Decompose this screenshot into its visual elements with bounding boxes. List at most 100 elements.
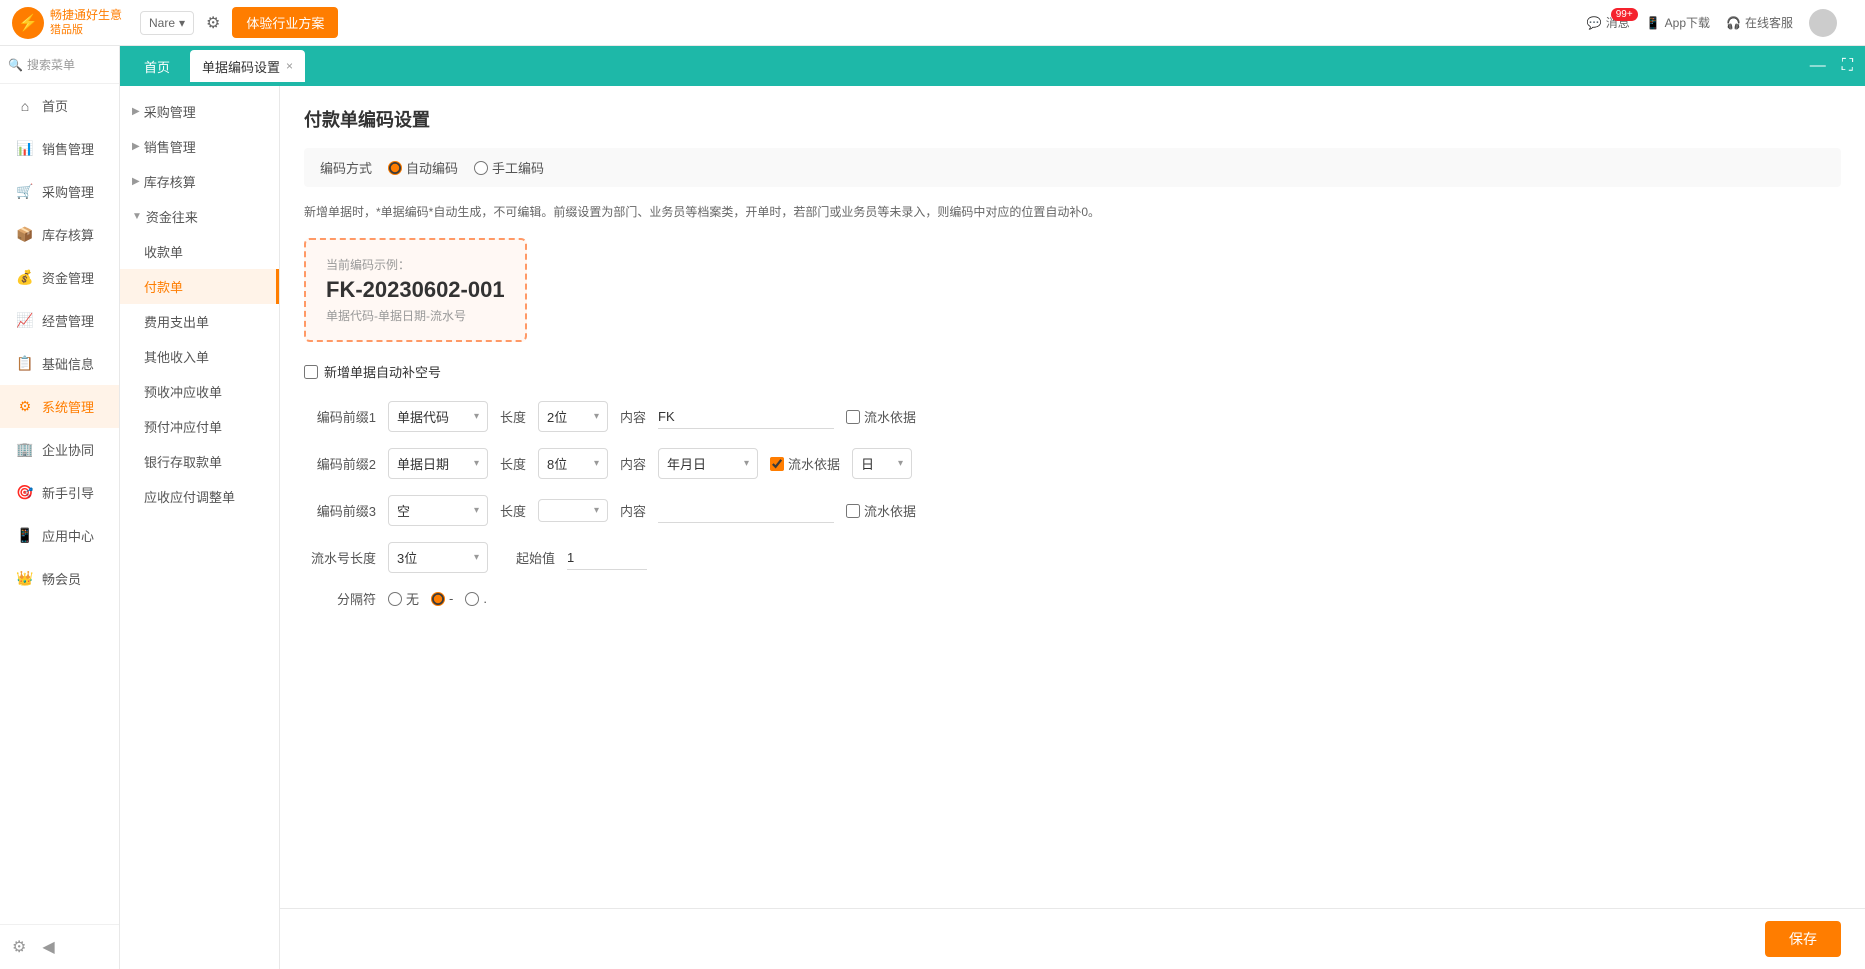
app-download-button[interactable]: 📱 App下载 [1646,14,1710,31]
purchase-icon: 🛒 [16,183,34,201]
sub-nav-item-adjust[interactable]: 应收应付调整单 [120,479,279,514]
avatar[interactable] [1809,9,1837,37]
search-menu-button[interactable]: 🔍 搜索菜单 [0,46,119,84]
separator-dot-option[interactable]: . [465,591,487,606]
sidebar-item-home[interactable]: ⌂ 首页 [0,84,119,127]
serial-length-label: 流水号长度 [304,548,376,567]
message-badge: 99+ [1611,8,1638,21]
system-icon: ⚙ [16,398,34,416]
auto-encoding-radio[interactable] [388,161,402,175]
message-button[interactable]: 💬 消息 99+ [1587,14,1630,31]
home-icon: ⌂ [16,97,34,115]
content2-select[interactable]: 年月日 ▾ [658,448,758,479]
preview-desc: 单据代码-单据日期-流水号 [326,307,505,324]
sales-icon: 📊 [16,140,34,158]
member-icon: 👑 [16,570,34,588]
separator-dot-radio[interactable] [465,592,479,606]
content-row: ▶ 采购管理 ▶ 销售管理 ▶ 库存核算 [120,86,1865,969]
info-text: 新增单据时，*单据编码*自动生成，不可编辑。前缀设置为部门、业务员等档案类，开单… [304,203,1841,222]
sidebar-item-finance[interactable]: 💰 资金管理 [0,256,119,299]
chevron-down-icon: ▾ [179,16,185,30]
collapse-button[interactable]: ◀ [38,933,58,961]
settings-bottom-button[interactable]: ⚙ [8,933,30,961]
separator-none-option[interactable]: 无 [388,589,419,608]
online-service-button[interactable]: 🎧 在线客服 [1726,14,1793,31]
sub-nav-header-sales[interactable]: ▶ 销售管理 [120,129,279,164]
settings-button[interactable]: ⚙ [202,9,224,37]
sub-nav-item-prepay-pay[interactable]: 预付冲应付单 [120,409,279,444]
length2-select[interactable]: 8位 ▾ [538,448,608,479]
sub-nav-item-expense[interactable]: 费用支出单 [120,304,279,339]
manual-encoding-option[interactable]: 手工编码 [474,158,544,177]
company-select[interactable]: Nare ▾ [140,11,194,35]
waterflow2-checkbox[interactable] [770,457,784,471]
waterflow1-checkbox[interactable] [846,410,860,424]
waterflow1-check[interactable]: 流水依据 [846,407,916,426]
content1-label: 内容 [620,407,646,426]
waterflow3-checkbox[interactable] [846,504,860,518]
logo-icon: ⚡ [12,7,44,39]
prefix3-select[interactable]: 空 ▾ [388,495,488,526]
code-preview: 当前编码示例： FK-20230602-001 单据代码-单据日期-流水号 [304,238,527,342]
waterflow2-check[interactable]: 流水依据 [770,454,840,473]
sidebar-item-system[interactable]: ⚙ 系统管理 [0,385,119,428]
download-icon: 📱 [1646,16,1661,30]
appcenter-icon: 📱 [16,527,34,545]
waterflow3-check[interactable]: 流水依据 [846,501,916,520]
maximize-button[interactable]: ⛶ [1838,53,1857,79]
sidebar-item-inventory[interactable]: 📦 库存核算 [0,213,119,256]
save-button[interactable]: 保存 [1765,921,1841,957]
save-bar: 保存 [280,908,1865,969]
content3-input[interactable] [658,499,834,523]
guide-icon: 🎯 [16,484,34,502]
length1-label: 长度 [500,407,526,426]
enterprise-icon: 🏢 [16,441,34,459]
tab-home[interactable]: 首页 [128,46,186,86]
auto-fill-checkbox[interactable] [304,365,318,379]
day-select[interactable]: 日 ▾ [852,448,912,479]
manual-encoding-radio[interactable] [474,161,488,175]
sub-nav-item-bank[interactable]: 银行存取款单 [120,444,279,479]
arrow-down-icon: ▼ [132,211,142,222]
arrow-right-icon: ▶ [132,106,140,117]
separator-none-radio[interactable] [388,592,402,606]
content1-input[interactable] [658,405,834,429]
start-value-label: 起始值 [516,548,555,567]
separator-dash-radio[interactable] [431,592,445,606]
prefix1-select[interactable]: 单据代码 ▾ [388,401,488,432]
sidebar-item-sales[interactable]: 📊 销售管理 [0,127,119,170]
auto-encoding-option[interactable]: 自动编码 [388,158,458,177]
sub-nav-item-income[interactable]: 其他收入单 [120,339,279,374]
minimize-button[interactable]: — [1806,53,1830,79]
sidebar-item-appcenter[interactable]: 📱 应用中心 [0,514,119,557]
prefix2-select[interactable]: 单据日期 ▾ [388,448,488,479]
sub-nav-header-inventory[interactable]: ▶ 库存核算 [120,164,279,199]
sidebar-item-operation[interactable]: 📈 经营管理 [0,299,119,342]
sidebar-item-basic[interactable]: 📋 基础信息 [0,342,119,385]
sidebar-item-enterprise[interactable]: 🏢 企业协同 [0,428,119,471]
start-value-input[interactable] [567,546,647,570]
sub-sidebar: ▶ 采购管理 ▶ 销售管理 ▶ 库存核算 [120,86,280,969]
sub-nav-item-prepay-receive[interactable]: 预收冲应收单 [120,374,279,409]
tab-bar: 首页 单据编码设置 × — ⛶ [120,46,1865,86]
sub-nav-header-finance[interactable]: ▼ 资金往来 [120,199,279,234]
auto-fill-row: 新增单据自动补空号 [304,362,1841,381]
sub-nav-item-payment[interactable]: 付款单 [120,269,279,304]
experience-button[interactable]: 体验行业方案 [232,7,338,38]
sub-nav-header-purchase[interactable]: ▶ 采购管理 [120,94,279,129]
sidebar-item-member[interactable]: 👑 畅会员 [0,557,119,600]
separator-dash-option[interactable]: - [431,591,453,606]
prefix1-label: 编码前缀1 [304,407,376,426]
length1-select[interactable]: 2位 ▾ [538,401,608,432]
serial-length-select[interactable]: 3位 ▾ [388,542,488,573]
message-icon: 💬 [1587,16,1602,30]
chevron-down-icon: ▾ [474,552,479,563]
sidebar-item-purchase[interactable]: 🛒 采购管理 [0,170,119,213]
chevron-down-icon: ▾ [594,458,599,469]
sidebar-item-guide[interactable]: 🎯 新手引导 [0,471,119,514]
tab-close-button[interactable]: × [286,59,293,73]
main-panel: 付款单编码设置 编码方式 自动编码 手工编码 [280,86,1865,908]
sub-nav-item-receipt[interactable]: 收款单 [120,234,279,269]
tab-active[interactable]: 单据编码设置 × [190,50,305,82]
length3-select[interactable]: ▾ [538,499,608,522]
